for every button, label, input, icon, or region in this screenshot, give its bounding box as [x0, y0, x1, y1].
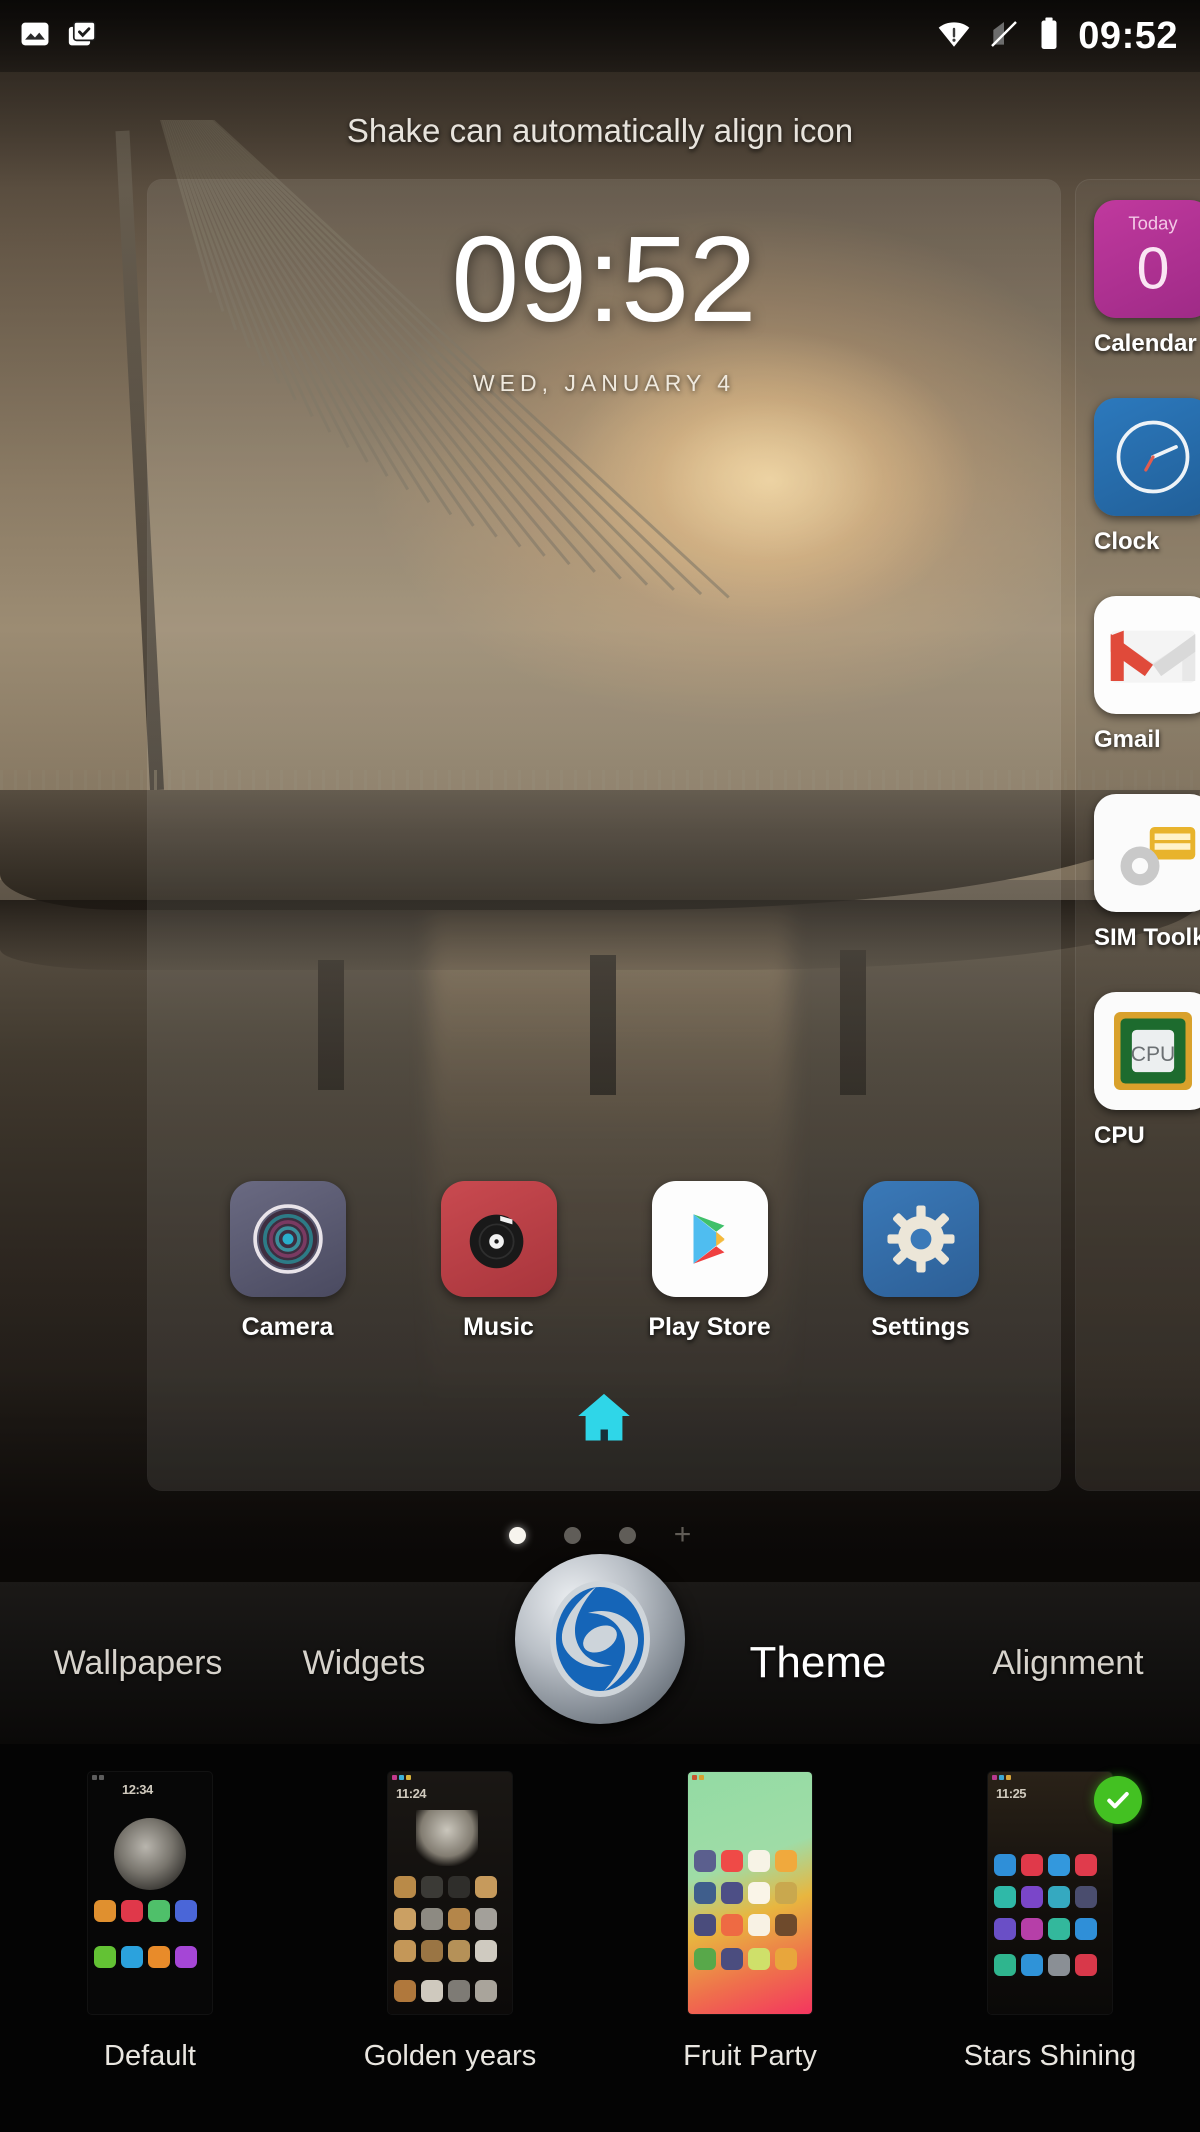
clock-widget[interactable]: 09:52 WED, JANUARY 4 — [148, 218, 1060, 397]
app-label: Gmail — [1094, 726, 1161, 753]
image-icon — [18, 17, 52, 56]
thumb-clock: 11:25 — [996, 1786, 1027, 1801]
app-cpu[interactable]: CPU CPU — [1094, 992, 1200, 1150]
status-bar: 09:52 — [0, 0, 1200, 72]
battery-full-icon — [1036, 16, 1062, 57]
thumb-status-bar — [992, 1775, 1108, 1781]
app-settings[interactable]: Settings — [835, 1181, 1007, 1342]
theme-option-default[interactable]: 12:34 Default — [0, 1744, 300, 2132]
thumb-icon-grid — [94, 1900, 206, 1922]
editor-tab-bar: Wallpapers Widgets Theme Alignment — [0, 1554, 1200, 1744]
svg-text:0: 0 — [1137, 236, 1170, 302]
thumb-icon-grid — [694, 1914, 806, 1936]
clock-widget-time: 09:52 — [451, 211, 757, 347]
page-dot-3[interactable] — [618, 1526, 636, 1544]
clock-widget-date: WED, JANUARY 4 — [472, 370, 736, 396]
thumb-status-bar — [692, 1775, 808, 1781]
theme-option-fruit-party[interactable]: Fruit Party — [600, 1744, 900, 2132]
theme-option-golden-years[interactable]: 11:24 Golden years — [300, 1744, 600, 2132]
theme-option-stars-shining[interactable]: 11:25 Stars Shining — [900, 1744, 1200, 2132]
thumb-clock: 11:24 — [396, 1786, 427, 1801]
tab-widgets[interactable]: Widgets — [268, 1644, 460, 1683]
brand-logo-icon[interactable] — [515, 1554, 685, 1724]
theme-name: Golden years — [363, 2040, 537, 2072]
svg-text:CPU: CPU — [1131, 1043, 1176, 1066]
status-bar-clock: 09:52 — [1078, 14, 1178, 57]
settings-gear-icon — [862, 1181, 979, 1297]
home-page-preview-next[interactable]: Today 0 Calendar Clock Gmail SIM Toolk C… — [1076, 180, 1200, 1490]
app-camera[interactable]: Camera — [202, 1181, 374, 1342]
wifi-icon — [936, 17, 972, 56]
svg-text:Today: Today — [1128, 213, 1178, 234]
theme-thumbnail: 11:24 — [388, 1772, 512, 2014]
screenshot-icon — [66, 17, 100, 56]
thumb-status-bar — [392, 1775, 508, 1781]
thumb-icon-grid — [394, 1940, 506, 1962]
thumb-icon-grid — [694, 1882, 806, 1904]
thumb-dock — [394, 1980, 506, 2002]
tab-alignment[interactable]: Alignment — [952, 1644, 1184, 1683]
page-dot-1[interactable] — [508, 1526, 526, 1544]
home-page-preview-current[interactable]: 09:52 WED, JANUARY 4 Camera Music Play S… — [148, 180, 1060, 1490]
thumb-icon-grid — [94, 1946, 206, 1968]
thumb-status-bar — [92, 1775, 208, 1781]
app-label: Calendar — [1094, 330, 1197, 357]
app-label: SIM Toolkit — [1094, 924, 1200, 951]
gmail-icon — [1094, 596, 1200, 714]
thumb-icon-grid — [994, 1854, 1106, 1876]
app-clock[interactable]: Clock — [1094, 398, 1200, 556]
no-sim-icon — [988, 17, 1020, 56]
thumb-icon-grid — [994, 1886, 1106, 1908]
app-label: Clock — [1094, 528, 1160, 555]
home-icon — [578, 1393, 630, 1441]
status-bar-right-icons: 09:52 — [936, 15, 1200, 58]
thumb-clock: 12:34 — [122, 1782, 153, 1797]
app-label: Play Store — [648, 1313, 771, 1341]
thumb-ornament — [416, 1810, 478, 1866]
app-label: Camera — [241, 1313, 334, 1341]
thumb-clock-widget — [114, 1818, 186, 1890]
music-icon — [440, 1181, 557, 1297]
app-music[interactable]: Music — [413, 1181, 585, 1342]
tab-theme[interactable]: Theme — [700, 1638, 936, 1688]
thumb-icon-grid — [394, 1876, 506, 1898]
thumb-icon-grid — [994, 1918, 1106, 1940]
shake-align-hint: Shake can automatically align icon — [346, 112, 854, 149]
default-home-marker[interactable] — [573, 1389, 635, 1448]
check-circle-icon — [1094, 1776, 1142, 1824]
theme-thumbnail: 11:25 — [988, 1772, 1112, 2014]
app-sim-toolkit[interactable]: SIM Toolkit — [1094, 794, 1200, 952]
thumb-icon-grid — [694, 1948, 806, 1970]
dock-row: Camera Music Play Store Settings — [148, 1181, 1060, 1342]
app-label: Music — [463, 1313, 534, 1341]
calendar-icon: Today 0 — [1094, 200, 1200, 318]
add-page-button[interactable]: + — [674, 1520, 692, 1550]
camera-icon — [229, 1181, 346, 1297]
app-label: CPU — [1094, 1122, 1145, 1149]
app-gmail[interactable]: Gmail — [1094, 596, 1200, 754]
sim-toolkit-icon — [1094, 794, 1200, 912]
theme-name: Fruit Party — [683, 2040, 817, 2072]
page-dot-2[interactable] — [563, 1526, 581, 1544]
status-bar-left-icons — [0, 17, 100, 56]
play-store-icon — [651, 1181, 768, 1297]
theme-thumbnail-strip: 12:34 Default 11:24 Golden years Fruit P… — [0, 1744, 1200, 2132]
app-label: Settings — [871, 1313, 970, 1341]
thumb-dock — [994, 1954, 1106, 1976]
theme-thumbnail — [688, 1772, 812, 2014]
theme-name: Stars Shining — [963, 2040, 1137, 2072]
app-play-store[interactable]: Play Store — [624, 1181, 796, 1342]
theme-name: Default — [104, 2040, 196, 2072]
home-page-previews: 09:52 WED, JANUARY 4 Camera Music Play S… — [0, 180, 1200, 1500]
thumb-icon-grid — [694, 1850, 806, 1872]
thumb-icon-grid — [394, 1908, 506, 1930]
page-indicator: + — [0, 1512, 1200, 1558]
clock-icon — [1094, 398, 1200, 516]
theme-thumbnail: 12:34 — [88, 1772, 212, 2014]
cpu-icon: CPU — [1094, 992, 1200, 1110]
tab-wallpapers[interactable]: Wallpapers — [22, 1644, 254, 1683]
app-calendar[interactable]: Today 0 Calendar — [1094, 200, 1200, 358]
